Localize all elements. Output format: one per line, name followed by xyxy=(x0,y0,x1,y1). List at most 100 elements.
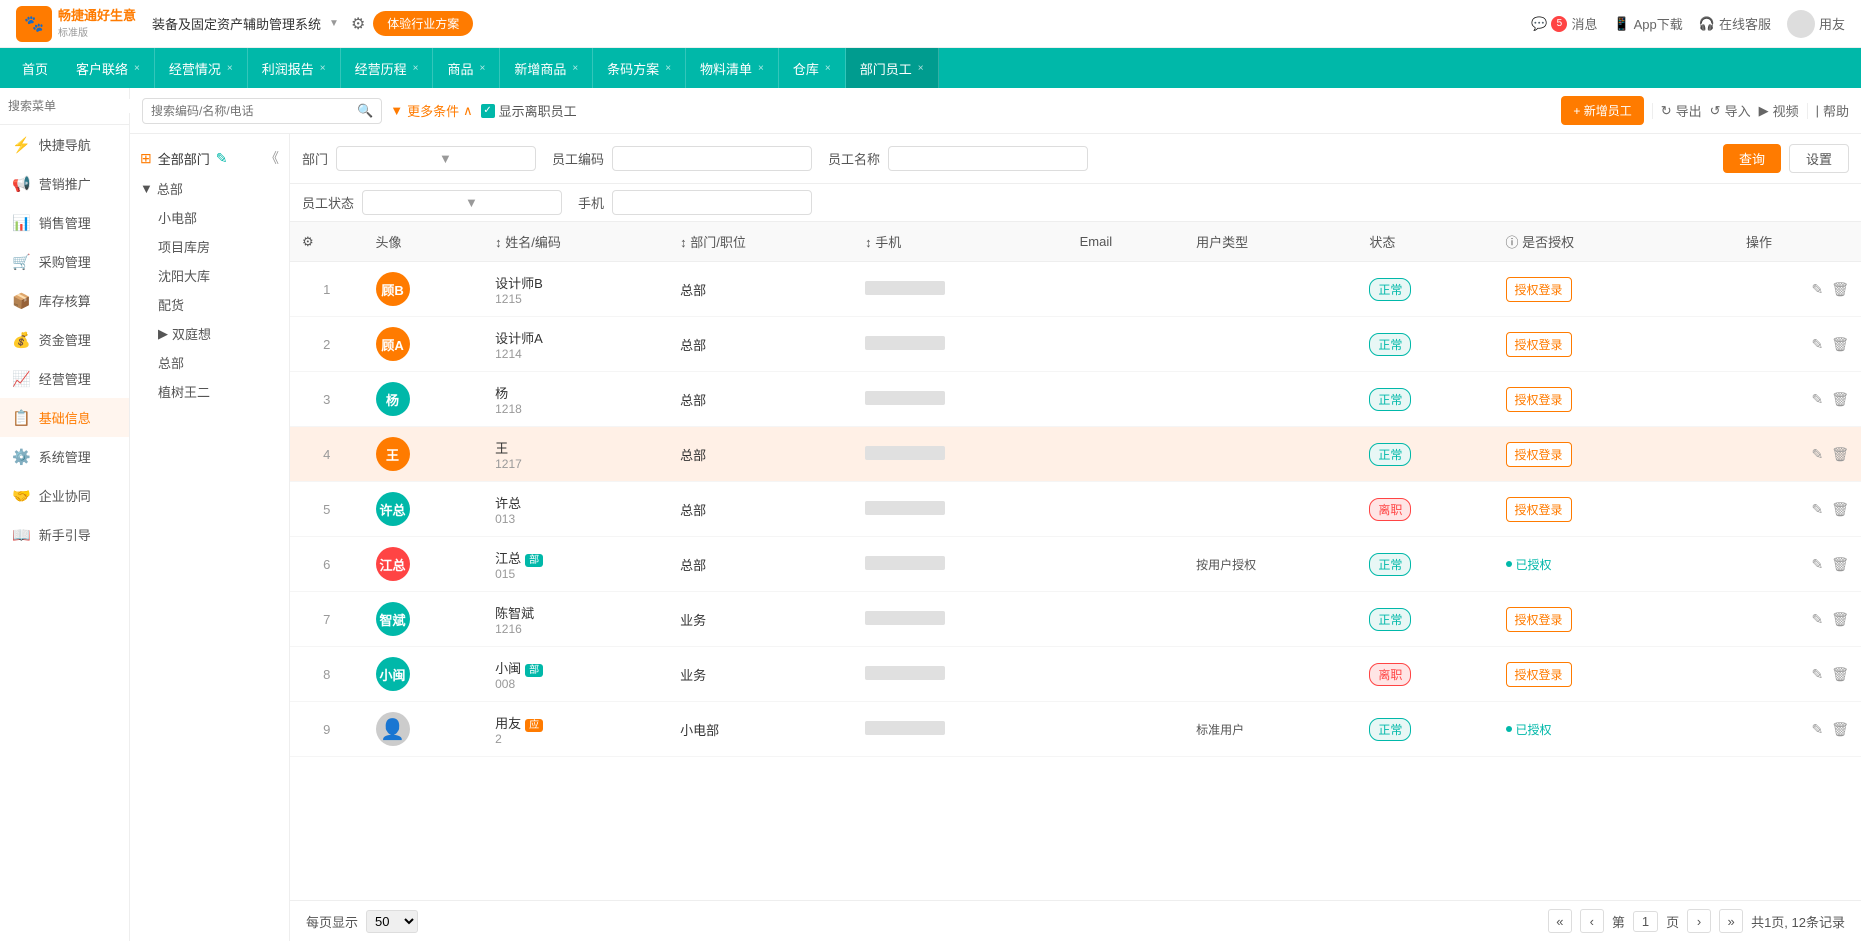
dept-item-wang[interactable]: 植树王二 xyxy=(130,377,289,406)
auth-btn[interactable]: 授权登录 xyxy=(1506,442,1572,467)
tab-bom[interactable]: 物料清单× xyxy=(686,48,779,88)
edit-icon[interactable]: ✎ xyxy=(1811,501,1823,518)
sidebar-item-guide[interactable]: 📖 新手引导 xyxy=(0,515,129,554)
edit-icon[interactable]: ✎ xyxy=(1811,666,1823,683)
filter-phone-input[interactable] xyxy=(612,190,812,215)
auth-btn[interactable]: 授权登录 xyxy=(1506,387,1572,412)
tab-profit[interactable]: 利润报告× xyxy=(248,48,341,88)
export-btn[interactable]: ↻ 导出 xyxy=(1661,101,1702,120)
tab-dept-staff[interactable]: 部门员工× xyxy=(846,48,939,88)
sidebar-item-system[interactable]: ⚙️ 系统管理 xyxy=(0,437,129,476)
auth-btn[interactable]: 授权登录 xyxy=(1506,497,1572,522)
tab-home[interactable]: 首页 xyxy=(8,48,62,88)
more-filter-btn[interactable]: ▼ 更多条件 ∧ xyxy=(390,101,472,120)
edit-icon[interactable]: ✎ xyxy=(1811,721,1823,738)
tab-barcode-close[interactable]: × xyxy=(665,63,671,74)
dept-edit-icon[interactable]: ✎ xyxy=(216,150,228,167)
auth-btn[interactable]: 授权登录 xyxy=(1506,662,1572,687)
edit-icon[interactable]: ✎ xyxy=(1811,611,1823,628)
delete-icon[interactable]: 🗑 xyxy=(1831,281,1849,298)
current-page[interactable]: 1 xyxy=(1633,911,1658,932)
col-dept[interactable]: ↕ 部门/职位 xyxy=(668,222,853,262)
edit-icon[interactable]: ✎ xyxy=(1811,391,1823,408)
sidebar-item-purchase[interactable]: 🛒 采购管理 xyxy=(0,242,129,281)
delete-icon[interactable]: 🗑 xyxy=(1831,556,1849,573)
search-input-wrap[interactable]: 🔍 xyxy=(142,98,382,124)
sidebar-item-collab[interactable]: 🤝 企业协同 xyxy=(0,476,129,515)
edit-icon[interactable]: ✎ xyxy=(1811,281,1823,298)
dept-item-hq[interactable]: 总部 xyxy=(130,348,289,377)
delete-icon[interactable]: 🗑 xyxy=(1831,611,1849,628)
tab-profit-close[interactable]: × xyxy=(320,63,326,74)
edit-icon[interactable]: ✎ xyxy=(1811,556,1823,573)
tab-dept-staff-close[interactable]: × xyxy=(918,63,924,74)
col-name[interactable]: ↕ 姓名/编码 xyxy=(483,222,668,262)
tab-barcode[interactable]: 条码方案× xyxy=(593,48,686,88)
auth-btn[interactable]: 授权登录 xyxy=(1506,332,1572,357)
tab-bom-close[interactable]: × xyxy=(758,63,764,74)
set-btn[interactable]: 设置 xyxy=(1789,144,1849,173)
app-download-btn[interactable]: 📱 App下载 xyxy=(1613,14,1682,33)
col-phone[interactable]: ↕ 手机 xyxy=(853,222,1067,262)
system-dropdown-icon[interactable]: ▼ xyxy=(329,18,339,29)
dept-item-shenyang[interactable]: 沈阳大库 xyxy=(130,261,289,290)
sidebar-item-inventory[interactable]: 📦 库存核算 xyxy=(0,281,129,320)
show-resigned-checkbox[interactable]: ✓ 显示离职员工 xyxy=(481,101,577,120)
tab-history[interactable]: 经营历程× xyxy=(341,48,434,88)
import-btn[interactable]: ↺ 导入 xyxy=(1710,101,1751,120)
help-btn[interactable]: | 帮助 xyxy=(1816,101,1849,120)
delete-icon[interactable]: 🗑 xyxy=(1831,666,1849,683)
col-settings[interactable]: ⚙ xyxy=(290,222,364,262)
online-service-btn[interactable]: 🎧 在线客服 xyxy=(1699,14,1771,33)
dept-collapse-icon[interactable]: 《 xyxy=(265,148,279,168)
dept-item-delivery[interactable]: 配货 xyxy=(130,290,289,319)
last-page-btn[interactable]: » xyxy=(1719,909,1743,933)
edit-icon[interactable]: ✎ xyxy=(1811,446,1823,463)
auth-btn[interactable]: 授权登录 xyxy=(1506,607,1572,632)
filter-emp-name-input[interactable] xyxy=(888,146,1088,171)
delete-icon[interactable]: 🗑 xyxy=(1831,336,1849,353)
sidebar-item-operation[interactable]: 📈 经营管理 xyxy=(0,359,129,398)
add-employee-btn[interactable]: + 新增员工 xyxy=(1561,96,1643,125)
dept-item-head[interactable]: ▼ 总部 xyxy=(130,174,289,203)
sidebar-item-sales[interactable]: 📊 销售管理 xyxy=(0,203,129,242)
view-btn[interactable]: ▶ 视频 xyxy=(1759,101,1799,120)
dept-item-small-elec[interactable]: 小电部 xyxy=(130,203,289,232)
edit-icon[interactable]: ✎ xyxy=(1811,336,1823,353)
filter-dept-select[interactable]: ▼ xyxy=(336,146,536,171)
tab-warehouse[interactable]: 仓库× xyxy=(779,48,846,88)
delete-icon[interactable]: 🗑 xyxy=(1831,721,1849,738)
settings-icon[interactable]: ⚙ xyxy=(351,14,365,34)
tab-goods[interactable]: 商品× xyxy=(433,48,500,88)
search-input[interactable] xyxy=(151,104,351,118)
filter-status-select[interactable]: ▼ xyxy=(362,190,562,215)
sidebar-item-marketing[interactable]: 📢 营销推广 xyxy=(0,164,129,203)
tab-customer-close[interactable]: × xyxy=(134,63,140,74)
try-btn[interactable]: 体验行业方案 xyxy=(373,11,473,36)
sidebar-item-quick-nav[interactable]: ⚡ 快捷导航 xyxy=(0,125,129,164)
dept-item-project[interactable]: 项目库房 xyxy=(130,232,289,261)
first-page-btn[interactable]: « xyxy=(1548,909,1572,933)
tab-add-goods-close[interactable]: × xyxy=(572,63,578,74)
prev-page-btn[interactable]: ‹ xyxy=(1580,909,1604,933)
delete-icon[interactable]: 🗑 xyxy=(1831,391,1849,408)
sidebar-search[interactable]: 🔍 xyxy=(0,88,129,125)
dept-item-double[interactable]: ▶ 双庭想 xyxy=(130,319,289,348)
tab-operation-close[interactable]: × xyxy=(227,63,233,74)
auth-btn[interactable]: 授权登录 xyxy=(1506,277,1572,302)
user-avatar[interactable]: 用友 xyxy=(1787,10,1845,38)
delete-icon[interactable]: 🗑 xyxy=(1831,446,1849,463)
sidebar-item-basic-info[interactable]: 📋 基础信息 xyxy=(0,398,129,437)
query-btn[interactable]: 查询 xyxy=(1723,144,1781,173)
tab-goods-close[interactable]: × xyxy=(479,63,485,74)
tab-warehouse-close[interactable]: × xyxy=(825,63,831,74)
tab-customer[interactable]: 客户联络× xyxy=(62,48,155,88)
next-page-btn[interactable]: › xyxy=(1687,909,1711,933)
notification-btn[interactable]: 💬 5 消息 xyxy=(1531,14,1597,33)
tab-history-close[interactable]: × xyxy=(413,63,419,74)
page-size-select[interactable]: 50 100 xyxy=(366,910,418,933)
delete-icon[interactable]: 🗑 xyxy=(1831,501,1849,518)
tab-operation[interactable]: 经营情况× xyxy=(155,48,248,88)
filter-emp-code-input[interactable] xyxy=(612,146,812,171)
tab-add-goods[interactable]: 新增商品× xyxy=(500,48,593,88)
